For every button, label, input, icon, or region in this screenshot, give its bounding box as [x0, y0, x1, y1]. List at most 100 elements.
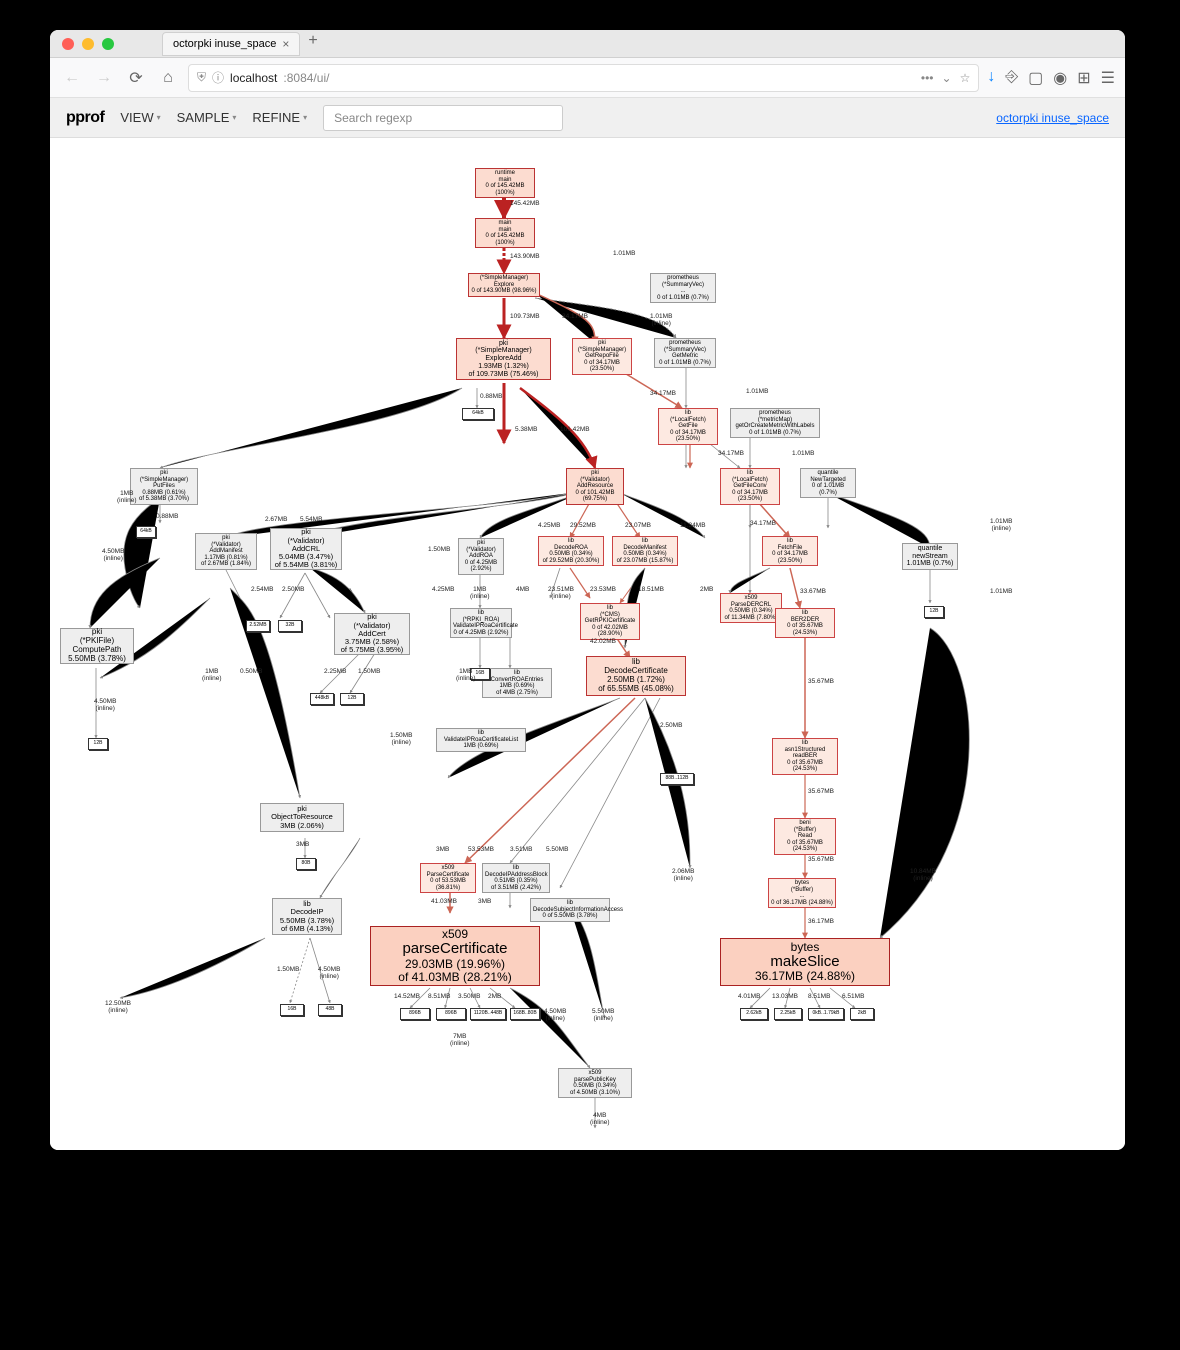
node-bytes-buffer[interactable]: bytes(*Buffer)...0 of 36.17MB (24.88%) [768, 878, 836, 908]
node-exploreadd[interactable]: pki(*SimpleManager)ExploreAdd1.93MB (1.3… [456, 338, 551, 380]
pocket-icon[interactable]: ⌄ [942, 71, 952, 85]
back-button[interactable]: ← [60, 66, 84, 90]
leaf-12b2[interactable]: 12B [88, 738, 108, 750]
node-objtoresource[interactable]: pkiObjectToResource3MB (2.06%) [260, 803, 344, 832]
node-computepath[interactable]: pki(*PKIFile)ComputePath5.50MB (3.78%) [60, 628, 134, 664]
node-prom-metricmap[interactable]: prometheus(*metricMap)getOrCreateMetricW… [730, 408, 820, 438]
forward-button[interactable]: → [92, 66, 116, 90]
menu-icon[interactable]: ☰ [1101, 68, 1115, 88]
minimize-window[interactable] [82, 38, 94, 50]
edge-label: 34.17MB [750, 520, 776, 527]
library-icon[interactable]: ⎆ [1005, 68, 1018, 88]
edge-label: 1.01MB(inline) [990, 518, 1012, 532]
home-button[interactable]: ⌂ [156, 66, 180, 90]
edge-label: 1.50MB [277, 966, 299, 973]
leaf-168[interactable]: 168B..80B [510, 1008, 540, 1020]
browser-tab[interactable]: octorpki inuse_space × [162, 32, 300, 56]
refine-menu[interactable]: REFINE▾ [252, 110, 307, 125]
node-addcert[interactable]: pki(*Validator)AddCert3.75MB (2.58%)of 5… [334, 613, 410, 655]
leaf-4b[interactable]: 48B [318, 1004, 342, 1016]
node-runtime-main[interactable]: runtimemain0 of 145.42MB (100%) [475, 168, 535, 198]
sidebar-icon[interactable]: ▢ [1028, 68, 1043, 88]
node-prom-summaryvec[interactable]: prometheus(*SummaryVec)GetMetric0 of 1.0… [654, 338, 716, 368]
reload-button[interactable]: ⟳ [124, 66, 148, 90]
leaf-179[interactable]: 0kB..1.79kB [808, 1008, 844, 1020]
edge-label: 10.84MB(inline) [910, 868, 936, 882]
close-window[interactable] [62, 38, 74, 50]
leaf-1[interactable]: 64kB [462, 408, 494, 420]
node-bytes-makeslice[interactable]: bytes makeSlice 36.17MB (24.88%) [720, 938, 890, 986]
node-convertroa[interactable]: libConvertROAEntries1MB (0.69%)of 4MB (2… [482, 668, 552, 698]
edge-label: 4MB(inline) [590, 1112, 610, 1126]
edge-label: 5.54MB [300, 516, 322, 523]
node-x509-parsecert-large[interactable]: x509 parseCertificate 29.03MB (19.96%) o… [370, 926, 540, 986]
node-getrepo[interactable]: pki(*SimpleManager)GetRepoFile0 of 34.17… [572, 338, 632, 375]
leaf-225[interactable]: 2.25kB [774, 1008, 802, 1020]
node-addroa[interactable]: pki(*Validator)AddROA0 of 4.25MB (2.92%) [458, 538, 504, 575]
node-validateiproa[interactable]: libValidateIPRoaCertificateList1MB (0.69… [436, 728, 526, 752]
bookmark-icon[interactable]: ☆ [960, 71, 971, 85]
node-parsepubkey[interactable]: x509parsePublicKey0.50MB (0.34%)of 4.50M… [558, 1068, 632, 1098]
profile-name-link[interactable]: octorpki inuse_space [996, 111, 1109, 125]
extensions-icon[interactable]: ⊞ [1077, 68, 1090, 88]
edge-label: 3MB [478, 898, 491, 905]
node-decodecert[interactable]: libDecodeCertificate2.50MB (1.72%)of 65.… [586, 656, 686, 696]
leaf-851[interactable]: 896B [436, 1008, 466, 1020]
node-fetchfile[interactable]: libFetchFile0 of 34.17MB (23.50%) [762, 536, 818, 566]
node-quantile-newstream[interactable]: quantilenewStream1.01MB (0.7%) [902, 543, 958, 570]
node-decodeipaddr[interactable]: libDecodeIPAddressBlock0.51MB (0.35%)of … [482, 863, 550, 893]
leaf-1452[interactable]: 896B [400, 1008, 430, 1020]
new-tab-button[interactable]: + [308, 32, 317, 56]
node-decode-subjinfo[interactable]: libDecodeSubjectInformationAccess0 of 5.… [530, 898, 610, 922]
leaf-252[interactable]: 2.52MB [246, 620, 270, 632]
account-icon[interactable]: ◉ [1053, 68, 1067, 88]
edge-label: 4.01MB [738, 993, 760, 1000]
leaf-16b[interactable]: 16B [280, 1004, 304, 1016]
node-decoderoa[interactable]: libDecodeROA0.50MB (0.34%)of 29.52MB (20… [538, 536, 604, 566]
node-putfiles[interactable]: pki(*SimpleManager)PutFiles0.88MB (0.61%… [130, 468, 198, 505]
leaf-12b3[interactable]: 12B [340, 693, 364, 705]
leaf-12b[interactable]: 12B [924, 606, 944, 618]
node-decodemanifest[interactable]: libDecodeManifest0.50MB (0.34%)of 23.07M… [612, 536, 678, 566]
edge-label: 1MB(inline) [202, 668, 222, 682]
view-menu[interactable]: VIEW▾ [120, 110, 160, 125]
node-prom-summary[interactable]: prometheus(*SummaryVec)...0 of 1.01MB (0… [650, 273, 716, 303]
search-input[interactable]: Search regexp [323, 105, 563, 131]
edge-label: 2.50MB [282, 586, 304, 593]
maximize-window[interactable] [102, 38, 114, 50]
node-asn1structured[interactable]: libasn1StructuredreadBER0 of 35.67MB (24… [772, 738, 838, 775]
leaf-32[interactable]: 32B [278, 620, 302, 632]
downloads-icon[interactable]: ↓ [987, 68, 995, 88]
edge-label: 42.02MB [590, 638, 616, 645]
node-decodeip[interactable]: libDecodeIP5.50MB (3.78%)of 6MB (4.13%) [272, 898, 342, 935]
node-quantile-newtargeted[interactable]: quantileNewTargeted0 of 1.01MB (0.7%) [800, 468, 856, 498]
leaf-2[interactable]: 64kB [136, 526, 156, 538]
node-x509-parsecert-sm[interactable]: x509ParseCertificate0 of 53.53MB (36.81%… [420, 863, 476, 893]
leaf-88112[interactable]: 88B..112B [660, 773, 694, 785]
node-rpki-roa-validate[interactable]: lib(*RPKI_ROA)ValidateIPRoaCertificate0 … [450, 608, 512, 638]
address-bar[interactable]: ⛨ ⓘ localhost:8084/ui/ ••• ⌄ ☆ [188, 64, 979, 92]
node-main-main[interactable]: mainmain0 of 145.42MB (100%) [475, 218, 535, 248]
node-parsedercrl[interactable]: x509ParseDERCRL0.50MB (0.34%)of 11.34MB … [720, 593, 782, 623]
node-localfetch-getfile[interactable]: lib(*LocalFetch)GetFile0 of 34.17MB (23.… [658, 408, 718, 445]
node-addcrl[interactable]: pki(*Validator)AddCRL5.04MB (3.47%)of 5.… [270, 528, 342, 570]
leaf-2kb[interactable]: 2kB [850, 1008, 874, 1020]
call-graph[interactable]: runtimemain0 of 145.42MB (100%) mainmain… [50, 138, 1125, 1150]
site-info-icon[interactable]: ⓘ [212, 69, 224, 86]
node-localfetch-getfileconv[interactable]: lib(*LocalFetch)GetFileConv0 of 34.17MB … [720, 468, 780, 505]
leaf-262[interactable]: 2.62kB [740, 1008, 768, 1020]
node-getpkicert[interactable]: lib(*CMS)GetRPKICertificate0 of 42.02MB … [580, 603, 640, 640]
leaf-808[interactable]: 80B [296, 858, 316, 870]
tab-close-icon[interactable]: × [282, 37, 289, 51]
node-explore[interactable]: (*SimpleManager)Explore0 of 143.90MB (98… [468, 273, 540, 297]
leaf-444[interactable]: 448kB [310, 693, 334, 705]
node-ber2der[interactable]: libBER2DER0 of 35.67MB (24.53%) [775, 608, 835, 638]
edge-label: 8.51MB [808, 993, 830, 1000]
node-addmanifest[interactable]: pki(*Validator)AddManifest1.17MB (0.81%)… [195, 533, 257, 570]
leaf-112[interactable]: 1120B..448B [470, 1008, 506, 1020]
node-beni-read[interactable]: beni(*Buffer)Read0 of 35.67MB (24.53%) [774, 818, 836, 855]
node-addresource[interactable]: pki(*Validator)AddResource0 of 101.42MB … [566, 468, 624, 505]
page-actions-icon[interactable]: ••• [921, 71, 934, 85]
edge-label: 1.01MB [746, 388, 768, 395]
sample-menu[interactable]: SAMPLE▾ [177, 110, 237, 125]
